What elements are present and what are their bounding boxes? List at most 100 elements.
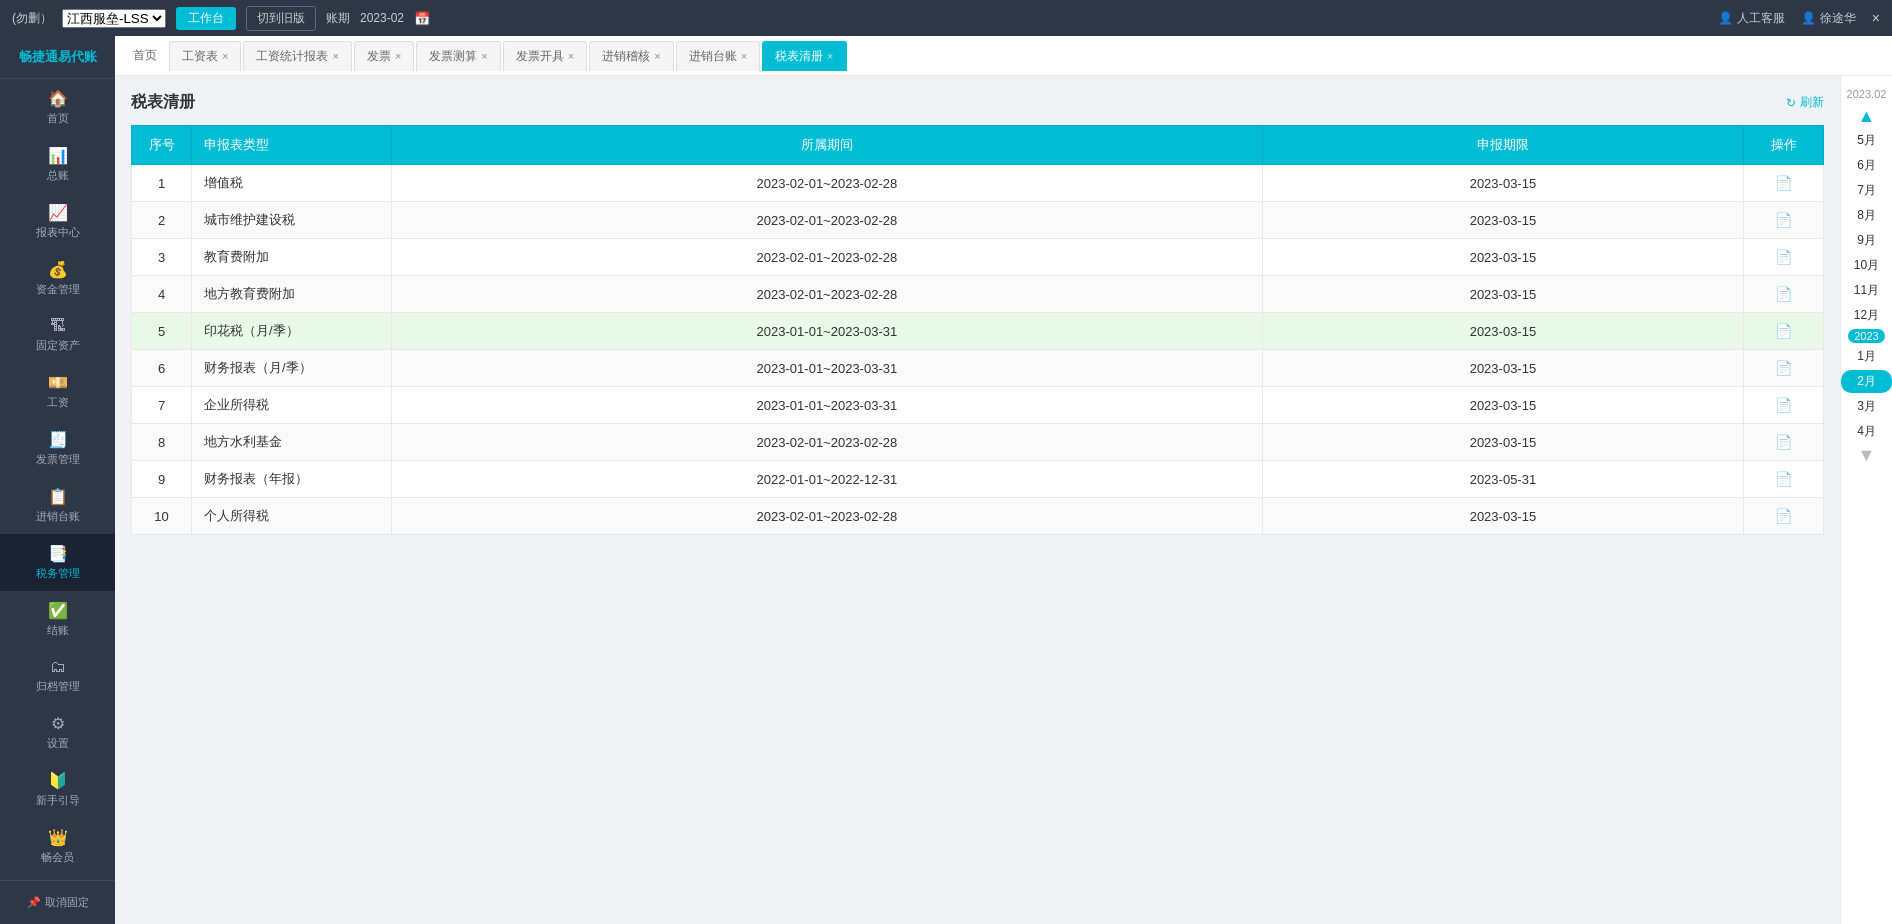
- scroll-up-button[interactable]: ▲: [1858, 106, 1876, 127]
- refresh-label: 刷新: [1800, 94, 1824, 111]
- switch-version-button[interactable]: 切到旧版: [246, 6, 316, 31]
- cell-id: 1: [132, 165, 192, 202]
- year-2023-badge: 2023: [1848, 329, 1884, 343]
- sidebar-label-guide: 新手引导: [36, 793, 80, 808]
- month-2022-jul[interactable]: 7月: [1841, 179, 1892, 202]
- close-window-button[interactable]: ×: [1872, 10, 1880, 26]
- cell-period: 2023-02-01~2023-02-28: [392, 239, 1263, 276]
- tab-invoice-issue-label: 发票开具: [516, 48, 564, 65]
- unpin-label: 取消固定: [45, 895, 89, 910]
- sidebar-item-report-center[interactable]: 📈 报表中心: [0, 193, 115, 250]
- table-row: 10 个人所得税 2023-02-01~2023-02-28 2023-03-1…: [132, 498, 1824, 535]
- col-deadline: 申报期限: [1262, 126, 1743, 165]
- fund-icon: 💰: [48, 260, 68, 279]
- sidebar-item-tax-mgmt[interactable]: 📑 税务管理: [0, 534, 115, 591]
- sidebar-item-member[interactable]: 👑 畅会员: [0, 818, 115, 875]
- tab-tax-register[interactable]: 税表清册 ×: [762, 41, 846, 71]
- month-2023-mar[interactable]: 3月: [1841, 395, 1892, 418]
- cell-action: 📄: [1744, 202, 1824, 239]
- workbench-button[interactable]: 工作台: [176, 7, 236, 30]
- view-action-icon[interactable]: 📄: [1775, 508, 1792, 524]
- sidebar-item-settings[interactable]: ⚙ 设置: [0, 704, 115, 761]
- tab-salary-table-label: 工资表: [182, 48, 218, 65]
- sidebar-label-salary: 工资: [47, 395, 69, 410]
- cell-type: 地方水利基金: [192, 424, 392, 461]
- sidebar-item-ledger[interactable]: 📊 总账: [0, 136, 115, 193]
- cell-id: 6: [132, 350, 192, 387]
- tab-salary-table-close[interactable]: ×: [222, 50, 228, 62]
- sidebar-item-salary[interactable]: 💴 工资: [0, 363, 115, 420]
- sidebar-item-fixed-assets[interactable]: 🏗 固定资产: [0, 307, 115, 363]
- view-action-icon[interactable]: 📄: [1775, 434, 1792, 450]
- refresh-button[interactable]: ↻ 刷新: [1786, 94, 1824, 111]
- user-avatar-icon: 👤: [1801, 11, 1816, 25]
- table-row: 7 企业所得税 2023-01-01~2023-03-31 2023-03-15…: [132, 387, 1824, 424]
- view-action-icon[interactable]: 📄: [1775, 397, 1792, 413]
- month-2022-sep[interactable]: 9月: [1841, 229, 1892, 252]
- company-select[interactable]: 江西服垒-LSS: [62, 9, 166, 28]
- sidebar-label-fixed-assets: 固定资产: [36, 338, 80, 353]
- scroll-down-button[interactable]: ▼: [1858, 445, 1876, 466]
- view-action-icon[interactable]: 📄: [1775, 323, 1792, 339]
- month-2022-dec[interactable]: 12月: [1841, 304, 1892, 327]
- sidebar-item-close-accounts[interactable]: ✅ 结账: [0, 591, 115, 648]
- tab-invoice-issue[interactable]: 发票开具 ×: [503, 41, 587, 71]
- view-action-icon[interactable]: 📄: [1775, 212, 1792, 228]
- tab-salary-table[interactable]: 工资表 ×: [169, 41, 241, 71]
- cell-type: 教育费附加: [192, 239, 392, 276]
- month-2022-may[interactable]: 5月: [1841, 129, 1892, 152]
- col-type: 申报表类型: [192, 126, 392, 165]
- main-area: 畅捷通易代账 🏠 首页 📊 总账 📈 报表中心 💰 资金管理 🏗 固定资产: [0, 36, 1892, 924]
- pin-icon: 📌: [27, 896, 41, 909]
- sidebar-item-invoice-mgmt[interactable]: 🧾 发票管理: [0, 420, 115, 477]
- tab-sales-audit[interactable]: 进销稽核 ×: [589, 41, 673, 71]
- view-action-icon[interactable]: 📄: [1775, 249, 1792, 265]
- month-2023-feb[interactable]: 2月: [1841, 370, 1892, 393]
- tab-home[interactable]: 首页: [123, 41, 167, 70]
- sidebar-item-sales-ledger[interactable]: 📋 进销台账: [0, 477, 115, 534]
- cell-action: 📄: [1744, 498, 1824, 535]
- sidebar-label-fund: 资金管理: [36, 282, 80, 297]
- view-action-icon[interactable]: 📄: [1775, 360, 1792, 376]
- month-2023-jan[interactable]: 1月: [1841, 345, 1892, 368]
- tab-tax-register-close[interactable]: ×: [827, 50, 833, 62]
- tab-invoice[interactable]: 发票 ×: [354, 41, 414, 71]
- tab-invoice-calc-label: 发票测算: [429, 48, 477, 65]
- tab-invoice-close[interactable]: ×: [395, 50, 401, 62]
- table-row: 8 地方水利基金 2023-02-01~2023-02-28 2023-03-1…: [132, 424, 1824, 461]
- view-action-icon[interactable]: 📄: [1775, 175, 1792, 191]
- tab-invoice-calc[interactable]: 发票测算 ×: [416, 41, 500, 71]
- month-2022-aug[interactable]: 8月: [1841, 204, 1892, 227]
- content-area: 首页 工资表 × 工资统计报表 × 发票 × 发票测算 ×: [115, 36, 1892, 924]
- cell-period: 2023-02-01~2023-02-28: [392, 165, 1263, 202]
- sidebar-item-home[interactable]: 🏠 首页: [0, 79, 115, 136]
- tab-sales-audit-label: 进销稽核: [602, 48, 650, 65]
- unpin-button[interactable]: 📌 取消固定: [0, 889, 115, 916]
- view-action-icon[interactable]: 📄: [1775, 471, 1792, 487]
- cell-deadline: 2023-03-15: [1262, 350, 1743, 387]
- tab-sales-ledger[interactable]: 进销台账 ×: [676, 41, 760, 71]
- app-container: (勿删） 江西服垒-LSS 工作台 切到旧版 账期 2023-02 📅 👤 人工…: [0, 0, 1892, 924]
- month-2022-oct[interactable]: 10月: [1841, 254, 1892, 277]
- sidebar-item-archive[interactable]: 🗂 归档管理: [0, 648, 115, 704]
- top-bar: (勿删） 江西服垒-LSS 工作台 切到旧版 账期 2023-02 📅 👤 人工…: [0, 0, 1892, 36]
- month-2022-nov[interactable]: 11月: [1841, 279, 1892, 302]
- table-row: 5 印花税（月/季） 2023-01-01~2023-03-31 2023-03…: [132, 313, 1824, 350]
- tab-salary-report-close[interactable]: ×: [332, 50, 338, 62]
- tab-sales-audit-close[interactable]: ×: [654, 50, 660, 62]
- tab-sales-ledger-close[interactable]: ×: [741, 50, 747, 62]
- month-2023-apr[interactable]: 4月: [1841, 420, 1892, 443]
- tab-salary-report[interactable]: 工资统计报表 ×: [243, 41, 351, 71]
- sidebar-item-fund-mgmt[interactable]: 💰 资金管理: [0, 250, 115, 307]
- sidebar-item-guide[interactable]: 🔰 新手引导: [0, 761, 115, 818]
- calendar-icon[interactable]: 📅: [414, 11, 430, 26]
- view-action-icon[interactable]: 📄: [1775, 286, 1792, 302]
- salary-icon: 💴: [48, 373, 68, 392]
- cell-id: 10: [132, 498, 192, 535]
- sidebar-label-tax-mgmt: 税务管理: [36, 566, 80, 581]
- tab-invoice-calc-close[interactable]: ×: [481, 50, 487, 62]
- tab-salary-report-label: 工资统计报表: [256, 48, 328, 65]
- support-label[interactable]: 👤 人工客服: [1718, 10, 1785, 27]
- month-2022-jun[interactable]: 6月: [1841, 154, 1892, 177]
- tab-invoice-issue-close[interactable]: ×: [568, 50, 574, 62]
